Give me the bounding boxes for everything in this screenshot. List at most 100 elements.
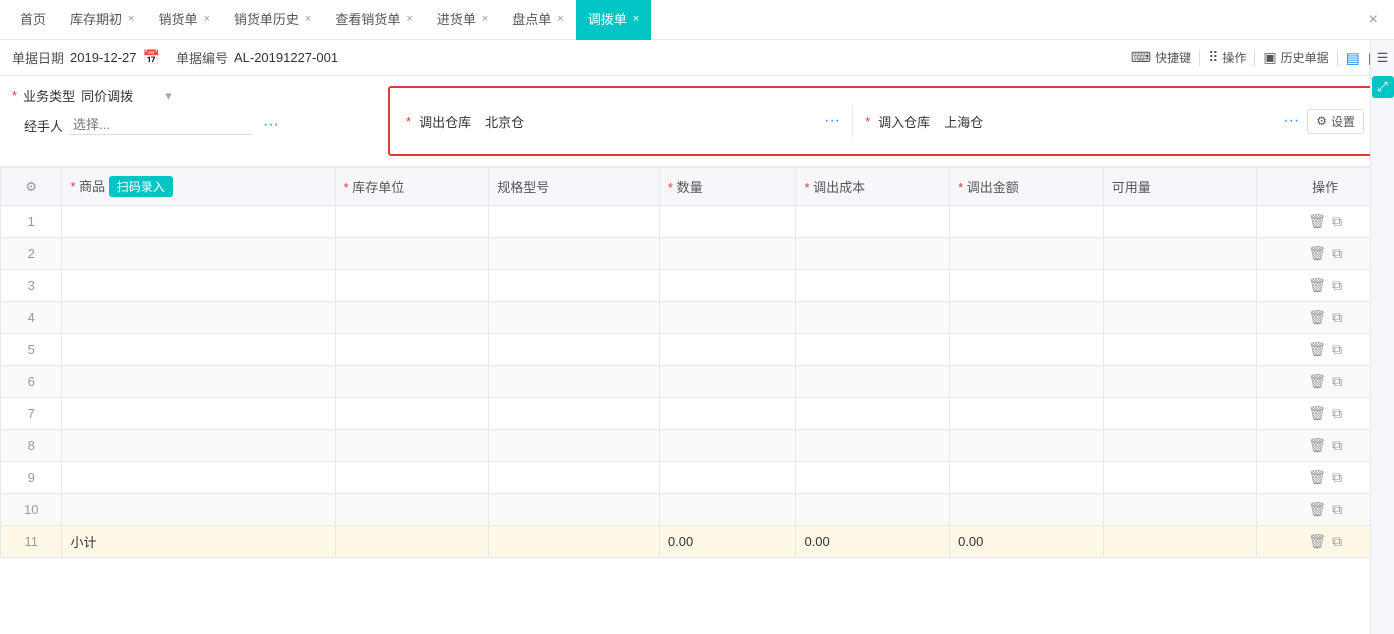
copy-row-icon[interactable]: ⧉ [1332, 533, 1342, 550]
cost-cell[interactable] [796, 334, 950, 366]
tab-inventory-check[interactable]: 盘点单 × [500, 0, 575, 40]
spec-cell[interactable] [489, 302, 660, 334]
spec-cell[interactable] [489, 462, 660, 494]
unit-cell[interactable] [335, 238, 489, 270]
delete-row-icon[interactable]: 🗑 [1308, 501, 1326, 518]
amount-cell[interactable] [950, 494, 1104, 526]
qty-cell[interactable] [659, 462, 796, 494]
copy-row-icon[interactable]: ⧉ [1332, 373, 1342, 390]
tab-view-sales[interactable]: 查看销货单 × [323, 0, 424, 40]
avail-cell[interactable] [1103, 238, 1257, 270]
table-settings-icon[interactable]: ⚙ [25, 179, 37, 194]
qty-cell[interactable] [659, 206, 796, 238]
tab-transfer-order[interactable]: 调拨单 × [576, 0, 651, 40]
tab-close-transfer-order[interactable]: × [633, 13, 639, 25]
operations-button[interactable]: ⠿ 操作 [1208, 49, 1246, 66]
close-all-tabs-button[interactable]: × [1361, 11, 1386, 29]
warehouse-in-more-button[interactable]: ··· [1283, 112, 1299, 130]
copy-row-icon[interactable]: ⧉ [1332, 437, 1342, 454]
amount-cell[interactable] [950, 206, 1104, 238]
amount-cell[interactable] [950, 430, 1104, 462]
unit-cell[interactable] [335, 270, 489, 302]
amount-cell[interactable] [950, 366, 1104, 398]
tab-close-purchase-order[interactable]: × [482, 13, 488, 25]
goods-cell[interactable] [62, 398, 335, 430]
amount-cell[interactable] [950, 238, 1104, 270]
goods-cell[interactable] [62, 270, 335, 302]
scan-input-button[interactable]: 扫码录入 [109, 176, 173, 197]
copy-row-icon[interactable]: ⧉ [1332, 245, 1342, 262]
cost-cell[interactable] [796, 494, 950, 526]
spec-cell[interactable] [489, 270, 660, 302]
col-header-settings[interactable]: ⚙ [1, 168, 62, 206]
delete-row-icon[interactable]: 🗑 [1308, 245, 1326, 262]
sidebar-expand-icon[interactable]: ⤢ [1372, 76, 1394, 98]
settings-button[interactable]: ⚙ 设置 [1307, 109, 1364, 134]
unit-cell[interactable] [335, 494, 489, 526]
spec-cell[interactable] [489, 334, 660, 366]
cost-cell[interactable] [796, 430, 950, 462]
amount-cell[interactable] [950, 462, 1104, 494]
delete-row-icon[interactable]: 🗑 [1308, 373, 1326, 390]
avail-cell[interactable] [1103, 462, 1257, 494]
cost-cell[interactable] [796, 270, 950, 302]
copy-row-icon[interactable]: ⧉ [1332, 309, 1342, 326]
shortcuts-button[interactable]: ⌨ 快捷键 [1131, 49, 1191, 66]
delete-row-icon[interactable]: 🗑 [1308, 277, 1326, 294]
delete-row-icon[interactable]: 🗑 [1308, 533, 1326, 550]
avail-cell[interactable] [1103, 494, 1257, 526]
tab-sales-order[interactable]: 销货单 × [146, 0, 221, 40]
avail-cell[interactable] [1103, 206, 1257, 238]
cost-cell[interactable] [796, 238, 950, 270]
sidebar-list-icon[interactable]: ☰ [1373, 48, 1393, 68]
calendar-icon[interactable]: 📅 [143, 49, 160, 66]
copy-row-icon[interactable]: ⧉ [1332, 213, 1342, 230]
qty-cell[interactable] [659, 302, 796, 334]
delete-row-icon[interactable]: 🗑 [1308, 309, 1326, 326]
goods-cell[interactable] [62, 430, 335, 462]
spec-cell[interactable] [489, 494, 660, 526]
tab-close-view-sales[interactable]: × [406, 13, 412, 25]
tab-purchase-order[interactable]: 进货单 × [425, 0, 500, 40]
amount-cell[interactable] [950, 398, 1104, 430]
avail-cell[interactable] [1103, 334, 1257, 366]
goods-cell[interactable] [62, 366, 335, 398]
cost-cell[interactable] [796, 398, 950, 430]
copy-row-icon[interactable]: ⧉ [1332, 405, 1342, 422]
unit-cell[interactable] [335, 366, 489, 398]
qty-cell[interactable] [659, 270, 796, 302]
goods-cell[interactable] [62, 462, 335, 494]
avail-cell[interactable] [1103, 366, 1257, 398]
delete-row-icon[interactable]: 🗑 [1308, 469, 1326, 486]
tab-close-sales-order[interactable]: × [203, 13, 209, 25]
qty-cell[interactable] [659, 366, 796, 398]
qty-cell[interactable] [659, 398, 796, 430]
tab-home[interactable]: 首页 [8, 0, 58, 40]
avail-cell[interactable] [1103, 302, 1257, 334]
tab-close-inventory-init[interactable]: × [128, 13, 134, 25]
business-type-dropdown-icon[interactable]: ▾ [165, 88, 172, 104]
delete-row-icon[interactable]: 🗑 [1308, 213, 1326, 230]
avail-cell[interactable] [1103, 270, 1257, 302]
spec-cell[interactable] [489, 206, 660, 238]
goods-cell[interactable] [62, 334, 335, 366]
avail-cell[interactable] [1103, 430, 1257, 462]
cost-cell[interactable] [796, 302, 950, 334]
avail-cell[interactable] [1103, 398, 1257, 430]
unit-cell[interactable] [335, 462, 489, 494]
tab-close-inventory-check[interactable]: × [557, 13, 563, 25]
qty-cell[interactable] [659, 430, 796, 462]
cost-cell[interactable] [796, 206, 950, 238]
unit-cell[interactable] [335, 334, 489, 366]
copy-row-icon[interactable]: ⧉ [1332, 277, 1342, 294]
person-input[interactable] [69, 115, 253, 135]
goods-cell[interactable] [62, 494, 335, 526]
tab-inventory-init[interactable]: 库存期初 × [58, 0, 146, 40]
spec-cell[interactable] [489, 430, 660, 462]
copy-row-icon[interactable]: ⧉ [1332, 341, 1342, 358]
amount-cell[interactable] [950, 302, 1104, 334]
goods-cell[interactable] [62, 206, 335, 238]
delete-row-icon[interactable]: 🗑 [1308, 437, 1326, 454]
person-more-button[interactable]: ··· [263, 116, 279, 134]
business-type-value-container[interactable]: 同价调拨 ▾ [81, 86, 172, 105]
